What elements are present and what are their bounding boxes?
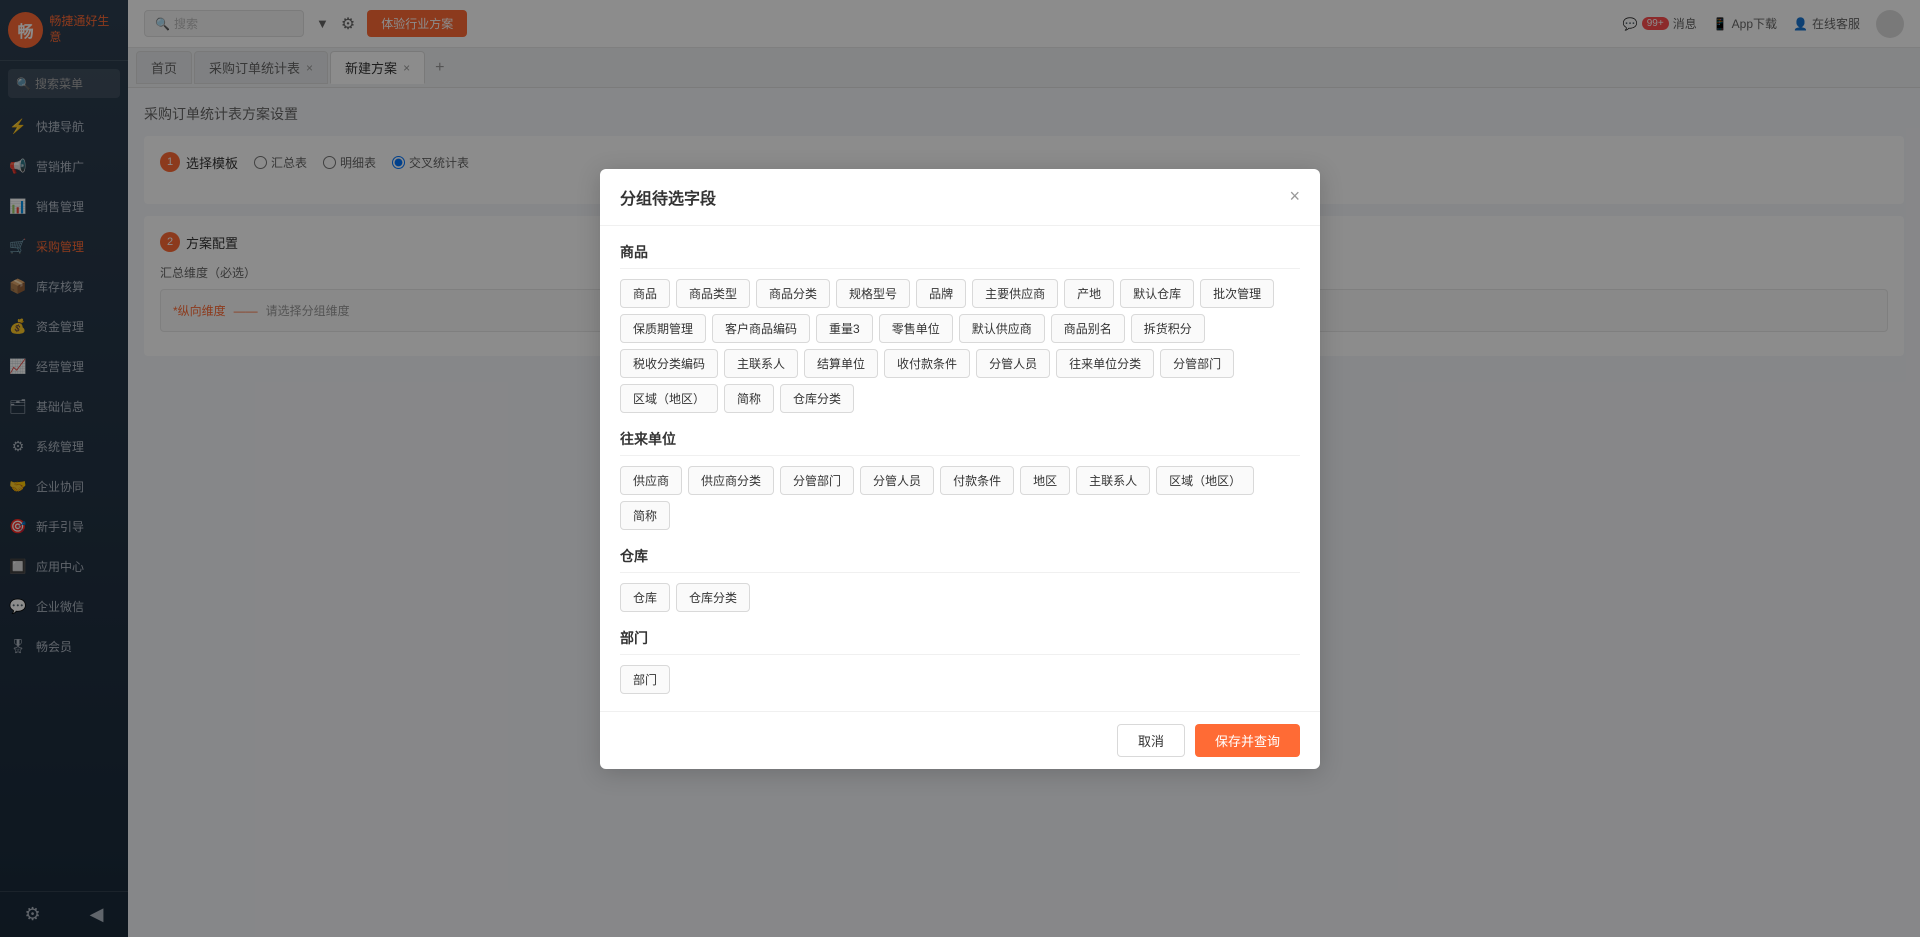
field-tag[interactable]: 拆货积分 xyxy=(1131,314,1205,343)
section-partner: 往来单位 供应商 供应商分类 分管部门 分管人员 付款条件 地区 主联系人 区域… xyxy=(620,429,1300,530)
field-tag[interactable]: 品牌 xyxy=(916,279,966,308)
field-tag[interactable]: 分管部门 xyxy=(1160,349,1234,378)
department-tags: 部门 xyxy=(620,665,1300,694)
section-partner-title: 往来单位 xyxy=(620,429,1300,456)
field-tag[interactable]: 商品类型 xyxy=(676,279,750,308)
field-tag[interactable]: 商品分类 xyxy=(756,279,830,308)
field-tag[interactable]: 默认供应商 xyxy=(959,314,1045,343)
modal-header: 分组待选字段 × xyxy=(600,169,1320,226)
warehouse-tags: 仓库 仓库分类 xyxy=(620,583,1300,612)
modal-close-button[interactable]: × xyxy=(1289,186,1300,207)
field-tag[interactable]: 保质期管理 xyxy=(620,314,706,343)
section-warehouse: 仓库 仓库 仓库分类 xyxy=(620,546,1300,612)
field-tag[interactable]: 分管人员 xyxy=(976,349,1050,378)
field-tag[interactable]: 商品别名 xyxy=(1051,314,1125,343)
field-tag[interactable]: 分管部门 xyxy=(780,466,854,495)
modal-dialog: 分组待选字段 × 商品 商品 商品类型 商品分类 规格型号 品牌 主要供应商 产… xyxy=(600,169,1320,769)
field-tag[interactable]: 简称 xyxy=(620,501,670,530)
section-department-title: 部门 xyxy=(620,628,1300,655)
field-tag[interactable]: 商品 xyxy=(620,279,670,308)
section-warehouse-title: 仓库 xyxy=(620,546,1300,573)
field-tag[interactable]: 客户商品编码 xyxy=(712,314,810,343)
field-tag[interactable]: 供应商分类 xyxy=(688,466,774,495)
field-tag[interactable]: 区域（地区） xyxy=(1156,466,1254,495)
field-tag[interactable]: 主要供应商 xyxy=(972,279,1058,308)
field-tag[interactable]: 默认仓库 xyxy=(1120,279,1194,308)
field-tag[interactable]: 区域（地区） xyxy=(620,384,718,413)
cancel-button[interactable]: 取消 xyxy=(1117,724,1185,757)
field-tag[interactable]: 主联系人 xyxy=(724,349,798,378)
field-tag[interactable]: 零售单位 xyxy=(879,314,953,343)
field-tag[interactable]: 分管人员 xyxy=(860,466,934,495)
field-tag[interactable]: 主联系人 xyxy=(1076,466,1150,495)
field-tag[interactable]: 简称 xyxy=(724,384,774,413)
modal-overlay: 分组待选字段 × 商品 商品 商品类型 商品分类 规格型号 品牌 主要供应商 产… xyxy=(0,0,1920,937)
field-tag[interactable]: 仓库分类 xyxy=(676,583,750,612)
field-tag[interactable]: 税收分类编码 xyxy=(620,349,718,378)
field-tag[interactable]: 付款条件 xyxy=(940,466,1014,495)
goods-tags: 商品 商品类型 商品分类 规格型号 品牌 主要供应商 产地 默认仓库 批次管理 … xyxy=(620,279,1300,413)
field-tag[interactable]: 产地 xyxy=(1064,279,1114,308)
section-goods-title: 商品 xyxy=(620,242,1300,269)
field-tag[interactable]: 批次管理 xyxy=(1200,279,1274,308)
modal-body: 商品 商品 商品类型 商品分类 规格型号 品牌 主要供应商 产地 默认仓库 批次… xyxy=(600,226,1320,711)
field-tag[interactable]: 重量3 xyxy=(816,314,873,343)
field-tag[interactable]: 结算单位 xyxy=(804,349,878,378)
section-department: 部门 部门 xyxy=(620,628,1300,694)
field-tag[interactable]: 规格型号 xyxy=(836,279,910,308)
field-tag[interactable]: 收付款条件 xyxy=(884,349,970,378)
modal-title: 分组待选字段 xyxy=(620,185,716,209)
confirm-button[interactable]: 保存并查询 xyxy=(1195,724,1300,757)
field-tag[interactable]: 地区 xyxy=(1020,466,1070,495)
modal-footer: 取消 保存并查询 xyxy=(600,711,1320,769)
field-tag[interactable]: 供应商 xyxy=(620,466,682,495)
partner-tags: 供应商 供应商分类 分管部门 分管人员 付款条件 地区 主联系人 区域（地区） … xyxy=(620,466,1300,530)
field-tag[interactable]: 仓库 xyxy=(620,583,670,612)
field-tag[interactable]: 仓库分类 xyxy=(780,384,854,413)
field-tag[interactable]: 往来单位分类 xyxy=(1056,349,1154,378)
section-goods: 商品 商品 商品类型 商品分类 规格型号 品牌 主要供应商 产地 默认仓库 批次… xyxy=(620,242,1300,413)
field-tag[interactable]: 部门 xyxy=(620,665,670,694)
